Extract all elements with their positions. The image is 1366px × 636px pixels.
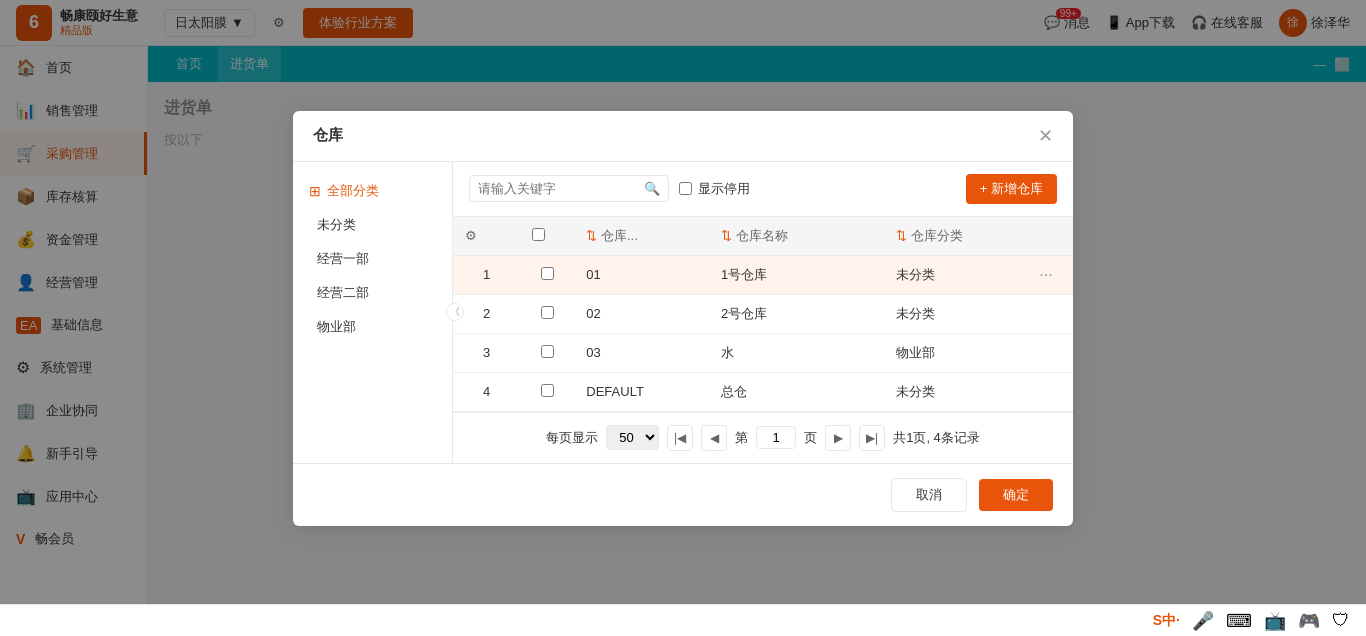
row-name-3: 水 bbox=[709, 333, 884, 372]
tree-label-ops1: 经营一部 bbox=[317, 250, 369, 268]
confirm-button[interactable]: 确定 bbox=[979, 479, 1053, 511]
row-ops-2 bbox=[1019, 294, 1073, 333]
tree-item-ops1[interactable]: 经营一部 bbox=[293, 242, 452, 276]
row-check-4[interactable] bbox=[520, 372, 574, 411]
per-page-select[interactable]: 50 bbox=[606, 425, 659, 450]
header-operations bbox=[1019, 217, 1073, 256]
more-dots-1[interactable]: ··· bbox=[1039, 266, 1052, 283]
warehouse-dialog: 仓库 ✕ ⊞ 全部分类 未分类 经营一部 经营二部 bbox=[293, 111, 1073, 526]
dialog-close-button[interactable]: ✕ bbox=[1038, 125, 1053, 147]
keyboard-icon[interactable]: ⌨ bbox=[1226, 610, 1252, 632]
row-code-2: 02 bbox=[574, 294, 709, 333]
row-name-1: 1号仓库 bbox=[709, 255, 884, 294]
table-row[interactable]: 1 01 1号仓库 未分类 ··· bbox=[453, 255, 1073, 294]
row-code-1: 01 bbox=[574, 255, 709, 294]
first-page-button[interactable]: |◀ bbox=[667, 425, 693, 451]
table-row[interactable]: 4 DEFAULT 总仓 未分类 bbox=[453, 372, 1073, 411]
row-code-4: DEFAULT bbox=[574, 372, 709, 411]
tree-item-all[interactable]: ⊞ 全部分类 bbox=[293, 174, 452, 208]
last-page-button[interactable]: ▶| bbox=[859, 425, 885, 451]
per-page-label: 每页显示 bbox=[546, 429, 598, 447]
prev-page-button[interactable]: ◀ bbox=[701, 425, 727, 451]
row-ops-1[interactable]: ··· bbox=[1019, 255, 1073, 294]
row-ops-4 bbox=[1019, 372, 1073, 411]
row-code-3: 03 bbox=[574, 333, 709, 372]
warehouse-table-scroll: ⚙ ⇅ 仓库... ⇅ 仓库名称 bbox=[453, 217, 1073, 412]
search-wrap: 🔍 bbox=[469, 175, 669, 202]
table-header: ⚙ ⇅ 仓库... ⇅ 仓库名称 bbox=[453, 217, 1073, 256]
select-all-checkbox[interactable] bbox=[532, 228, 545, 241]
row-checkbox-4[interactable] bbox=[541, 384, 554, 397]
gamepad-icon[interactable]: 🎮 bbox=[1298, 610, 1320, 632]
table-row[interactable]: 2 02 2号仓库 未分类 bbox=[453, 294, 1073, 333]
row-name-2: 2号仓库 bbox=[709, 294, 884, 333]
cancel-button[interactable]: 取消 bbox=[891, 478, 967, 512]
grid-icon: ⊞ bbox=[309, 183, 321, 199]
row-index-1: 1 bbox=[453, 255, 520, 294]
status-icon-s[interactable]: S中· bbox=[1153, 612, 1180, 630]
content-toolbar: 🔍 显示停用 + 新增仓库 bbox=[453, 162, 1073, 217]
monitor-icon[interactable]: 📺 bbox=[1264, 610, 1286, 632]
page-number-input[interactable] bbox=[756, 426, 796, 449]
row-check-2[interactable] bbox=[520, 294, 574, 333]
search-input[interactable] bbox=[478, 176, 638, 201]
header-code: ⇅ 仓库... bbox=[574, 217, 709, 256]
row-check-3[interactable] bbox=[520, 333, 574, 372]
page-suffix: 页 bbox=[804, 429, 817, 447]
tree-label-ops2: 经营二部 bbox=[317, 284, 369, 302]
sort-icon-cat: ⇅ bbox=[896, 228, 907, 243]
sort-icon-name: ⇅ bbox=[721, 228, 732, 243]
tree-label-unclassified: 未分类 bbox=[317, 216, 356, 234]
row-checkbox-2[interactable] bbox=[541, 306, 554, 319]
tree-label-property: 物业部 bbox=[317, 318, 356, 336]
header-name: ⇅ 仓库名称 bbox=[709, 217, 884, 256]
header-checkbox[interactable] bbox=[520, 217, 574, 256]
shield-icon[interactable]: 🛡 bbox=[1332, 610, 1350, 631]
dialog-header: 仓库 ✕ bbox=[293, 111, 1073, 162]
dialog-footer: 取消 确定 bbox=[293, 463, 1073, 526]
tree-item-ops2[interactable]: 经营二部 bbox=[293, 276, 452, 310]
search-icon: 🔍 bbox=[644, 181, 660, 196]
show-disabled-label: 显示停用 bbox=[698, 180, 750, 198]
row-cat-4: 未分类 bbox=[884, 372, 1019, 411]
header-gear[interactable]: ⚙ bbox=[453, 217, 520, 256]
category-tree-panel: ⊞ 全部分类 未分类 经营一部 经营二部 物业部 《 bbox=[293, 162, 453, 463]
row-ops-3 bbox=[1019, 333, 1073, 372]
table-row[interactable]: 3 03 水 物业部 bbox=[453, 333, 1073, 372]
show-disabled-checkbox[interactable] bbox=[679, 182, 692, 195]
tree-panel-toggle[interactable]: 《 bbox=[446, 303, 464, 321]
row-cat-3: 物业部 bbox=[884, 333, 1019, 372]
row-checkbox-3[interactable] bbox=[541, 345, 554, 358]
table-body: 1 01 1号仓库 未分类 ··· 2 02 2 bbox=[453, 255, 1073, 411]
dialog-body: ⊞ 全部分类 未分类 经营一部 经营二部 物业部 《 bbox=[293, 162, 1073, 463]
row-check-1[interactable] bbox=[520, 255, 574, 294]
modal-overlay: 仓库 ✕ ⊞ 全部分类 未分类 经营一部 经营二部 bbox=[0, 0, 1366, 636]
mic-icon[interactable]: 🎤 bbox=[1192, 610, 1214, 632]
status-bar: S中· 🎤 ⌨ 📺 🎮 🛡 bbox=[0, 604, 1366, 636]
row-name-4: 总仓 bbox=[709, 372, 884, 411]
warehouse-table: ⚙ ⇅ 仓库... ⇅ 仓库名称 bbox=[453, 217, 1073, 412]
tree-item-unclassified[interactable]: 未分类 bbox=[293, 208, 452, 242]
warehouse-content-panel: 🔍 显示停用 + 新增仓库 ⚙ bbox=[453, 162, 1073, 463]
tree-label-all: 全部分类 bbox=[327, 182, 379, 200]
total-info: 共1页, 4条记录 bbox=[893, 429, 980, 447]
dialog-title: 仓库 bbox=[313, 126, 343, 145]
show-disabled-toggle[interactable]: 显示停用 bbox=[679, 180, 750, 198]
row-cat-2: 未分类 bbox=[884, 294, 1019, 333]
row-index-3: 3 bbox=[453, 333, 520, 372]
row-cat-1: 未分类 bbox=[884, 255, 1019, 294]
add-warehouse-button[interactable]: + 新增仓库 bbox=[966, 174, 1057, 204]
row-checkbox-1[interactable] bbox=[541, 267, 554, 280]
sort-icon-code: ⇅ bbox=[586, 228, 597, 243]
pagination-bar: 每页显示 50 |◀ ◀ 第 页 ▶ ▶| 共1页, 4条记录 bbox=[453, 412, 1073, 463]
row-index-4: 4 bbox=[453, 372, 520, 411]
next-page-button[interactable]: ▶ bbox=[825, 425, 851, 451]
header-category: ⇅ 仓库分类 bbox=[884, 217, 1019, 256]
page-label: 第 bbox=[735, 429, 748, 447]
tree-item-property[interactable]: 物业部 bbox=[293, 310, 452, 344]
